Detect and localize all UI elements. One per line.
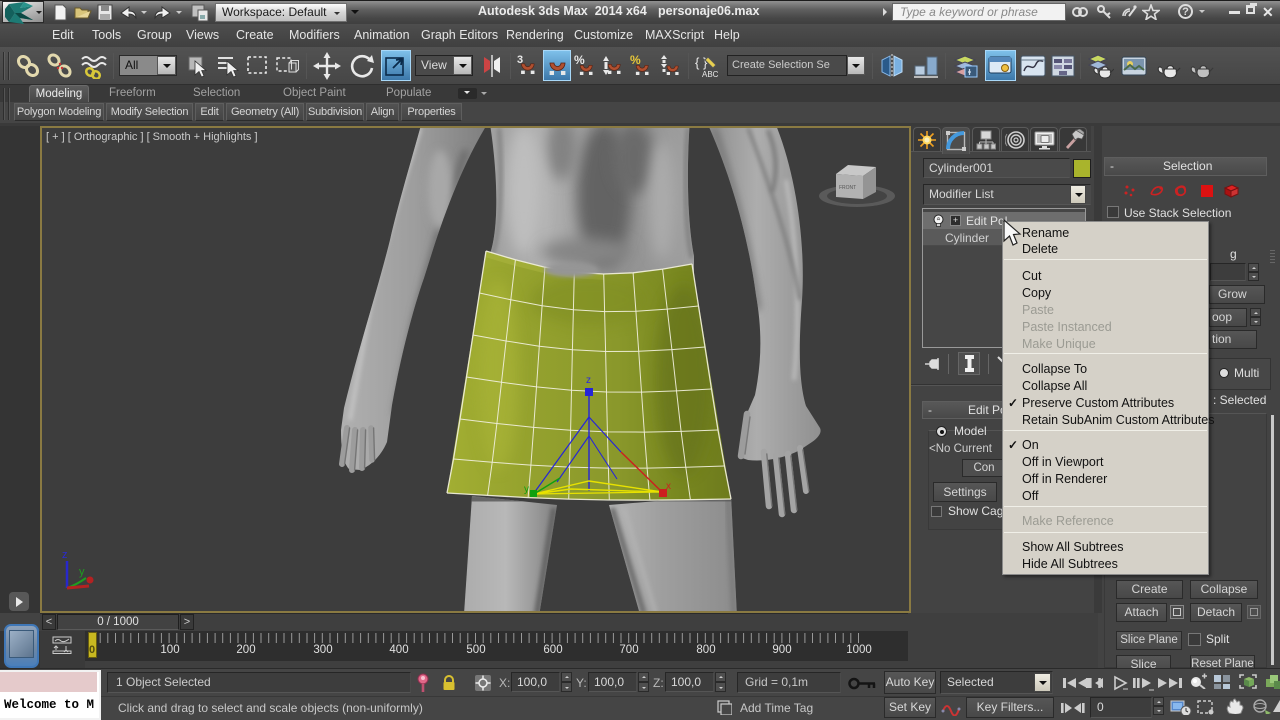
svg-text:%: % — [574, 53, 585, 67]
svg-text:y: y — [524, 484, 529, 495]
svg-text:y: y — [79, 566, 85, 578]
svg-text:FRONT: FRONT — [839, 185, 856, 191]
svg-text:z: z — [586, 375, 591, 386]
svg-text:{ }: { } — [695, 55, 708, 70]
svg-text:x: x — [666, 481, 671, 492]
svg-text:%: % — [630, 53, 641, 67]
svg-text:z: z — [62, 549, 68, 561]
svg-text:ABC: ABC — [702, 70, 719, 79]
